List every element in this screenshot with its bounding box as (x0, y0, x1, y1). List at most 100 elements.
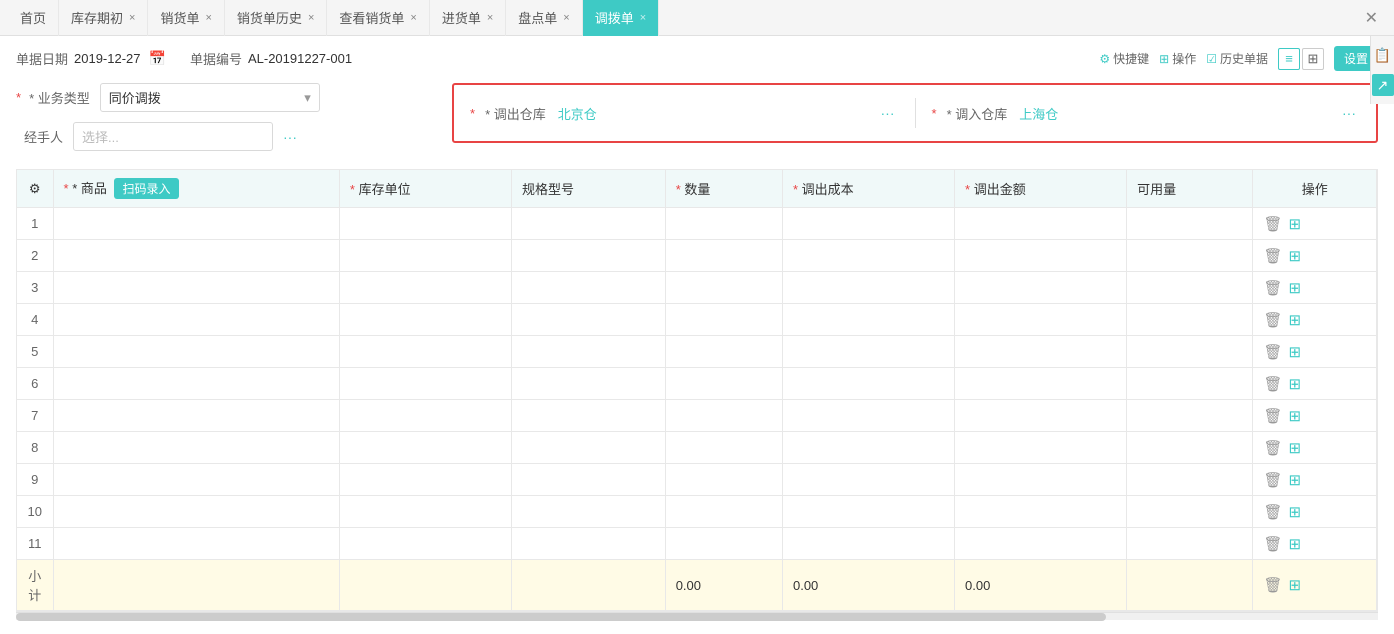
delete-icon[interactable]: 🗑 (1263, 471, 1282, 489)
cell-qty[interactable] (665, 304, 782, 336)
cell-cost[interactable] (782, 368, 954, 400)
cell-spec[interactable] (511, 368, 665, 400)
cell-spec[interactable] (511, 432, 665, 464)
delete-icon[interactable]: 🗑 (1263, 343, 1282, 361)
delete-icon[interactable]: 🗑 (1263, 247, 1282, 265)
layout-list-btn[interactable]: ≡ (1278, 48, 1300, 70)
cell-spec[interactable] (511, 304, 665, 336)
subtotal-copy-icon[interactable]: ⊞ (1289, 576, 1302, 594)
cell-product[interactable] (53, 496, 339, 528)
cell-spec[interactable] (511, 528, 665, 560)
cell-available[interactable] (1127, 464, 1253, 496)
subtotal-delete-icon[interactable]: 🗑 (1263, 576, 1282, 594)
cell-amount[interactable] (955, 272, 1127, 304)
cell-amount[interactable] (955, 400, 1127, 432)
cell-amount[interactable] (955, 336, 1127, 368)
scrollbar-thumb[interactable] (16, 613, 1106, 621)
cell-amount[interactable] (955, 432, 1127, 464)
cell-spec[interactable] (511, 464, 665, 496)
cell-available[interactable] (1127, 528, 1253, 560)
tab-close-inventory-init[interactable]: × (129, 12, 135, 24)
cell-qty[interactable] (665, 400, 782, 432)
cell-unit[interactable] (339, 336, 511, 368)
cell-cost[interactable] (782, 240, 954, 272)
cell-spec[interactable] (511, 496, 665, 528)
copy-icon[interactable]: ⊞ (1289, 215, 1302, 233)
cell-amount[interactable] (955, 304, 1127, 336)
cell-spec[interactable] (511, 400, 665, 432)
scrollbar-track[interactable] (16, 612, 1378, 620)
cell-unit[interactable] (339, 272, 511, 304)
cell-unit[interactable] (339, 208, 511, 240)
copy-icon[interactable]: ⊞ (1289, 503, 1302, 521)
cell-available[interactable] (1127, 432, 1253, 464)
cell-cost[interactable] (782, 464, 954, 496)
cell-cost[interactable] (782, 272, 954, 304)
delete-icon[interactable]: 🗑 (1263, 215, 1282, 233)
copy-icon[interactable]: ⊞ (1289, 407, 1302, 425)
cell-unit[interactable] (339, 368, 511, 400)
cell-spec[interactable] (511, 208, 665, 240)
delete-icon[interactable]: 🗑 (1263, 503, 1282, 521)
history-btn[interactable]: ☑ 历史单据 (1206, 50, 1268, 67)
cell-product[interactable] (53, 304, 339, 336)
sidebar-notes-icon[interactable]: 📋 (1372, 44, 1394, 66)
tab-inventory-check[interactable]: 盘点单 × (506, 0, 582, 36)
cell-cost[interactable] (782, 208, 954, 240)
tab-close-purchase[interactable]: × (487, 12, 493, 24)
settings-icon[interactable]: ⚙ (29, 181, 41, 196)
operate-btn[interactable]: ⊞ 操作 (1159, 50, 1196, 67)
cell-unit[interactable] (339, 400, 511, 432)
cell-available[interactable] (1127, 336, 1253, 368)
person-ellipsis-btn[interactable]: ··· (279, 129, 301, 145)
cell-qty[interactable] (665, 272, 782, 304)
tab-close-sales-history[interactable]: × (308, 12, 314, 24)
cell-cost[interactable] (782, 496, 954, 528)
cell-product[interactable] (53, 208, 339, 240)
cell-unit[interactable] (339, 464, 511, 496)
tab-close-inventory-check[interactable]: × (563, 12, 569, 24)
cell-qty[interactable] (665, 496, 782, 528)
cell-product[interactable] (53, 336, 339, 368)
cell-unit[interactable] (339, 240, 511, 272)
cell-amount[interactable] (955, 464, 1127, 496)
cell-qty[interactable] (665, 208, 782, 240)
delete-icon[interactable]: 🗑 (1263, 279, 1282, 297)
sidebar-expand-icon[interactable]: ↗ (1372, 74, 1394, 96)
shortcut-btn[interactable]: ⚙ 快捷键 (1099, 50, 1149, 67)
cell-qty[interactable] (665, 432, 782, 464)
cell-product[interactable] (53, 400, 339, 432)
delete-icon[interactable]: 🗑 (1263, 439, 1282, 457)
tab-sales-history[interactable]: 销货单历史 × (225, 0, 327, 36)
tab-close-view-sales[interactable]: × (410, 12, 416, 24)
delete-icon[interactable]: 🗑 (1263, 311, 1282, 329)
cell-qty[interactable] (665, 336, 782, 368)
cell-cost[interactable] (782, 400, 954, 432)
cell-available[interactable] (1127, 400, 1253, 432)
cell-cost[interactable] (782, 336, 954, 368)
cell-cost[interactable] (782, 528, 954, 560)
business-type-select[interactable]: 同价调拨 ▾ (100, 83, 320, 112)
th-settings[interactable]: ⚙ (17, 170, 53, 208)
cell-product[interactable] (53, 432, 339, 464)
cell-available[interactable] (1127, 368, 1253, 400)
copy-icon[interactable]: ⊞ (1289, 279, 1302, 297)
tab-view-sales[interactable]: 查看销货单 × (327, 0, 429, 36)
cell-unit[interactable] (339, 304, 511, 336)
copy-icon[interactable]: ⊞ (1289, 311, 1302, 329)
person-placeholder[interactable]: 选择... (73, 122, 273, 151)
copy-icon[interactable]: ⊞ (1289, 439, 1302, 457)
copy-icon[interactable]: ⊞ (1289, 471, 1302, 489)
tab-close-transfer[interactable]: × (640, 12, 646, 24)
cell-cost[interactable] (782, 432, 954, 464)
cell-product[interactable] (53, 240, 339, 272)
cell-amount[interactable] (955, 496, 1127, 528)
out-warehouse-value[interactable]: 北京仓 (558, 104, 597, 123)
cell-amount[interactable] (955, 208, 1127, 240)
cell-product[interactable] (53, 528, 339, 560)
scan-btn[interactable]: 扫码录入 (114, 178, 178, 199)
cell-qty[interactable] (665, 464, 782, 496)
cell-amount[interactable] (955, 528, 1127, 560)
cell-available[interactable] (1127, 496, 1253, 528)
calendar-icon[interactable]: 📅 (149, 50, 166, 67)
